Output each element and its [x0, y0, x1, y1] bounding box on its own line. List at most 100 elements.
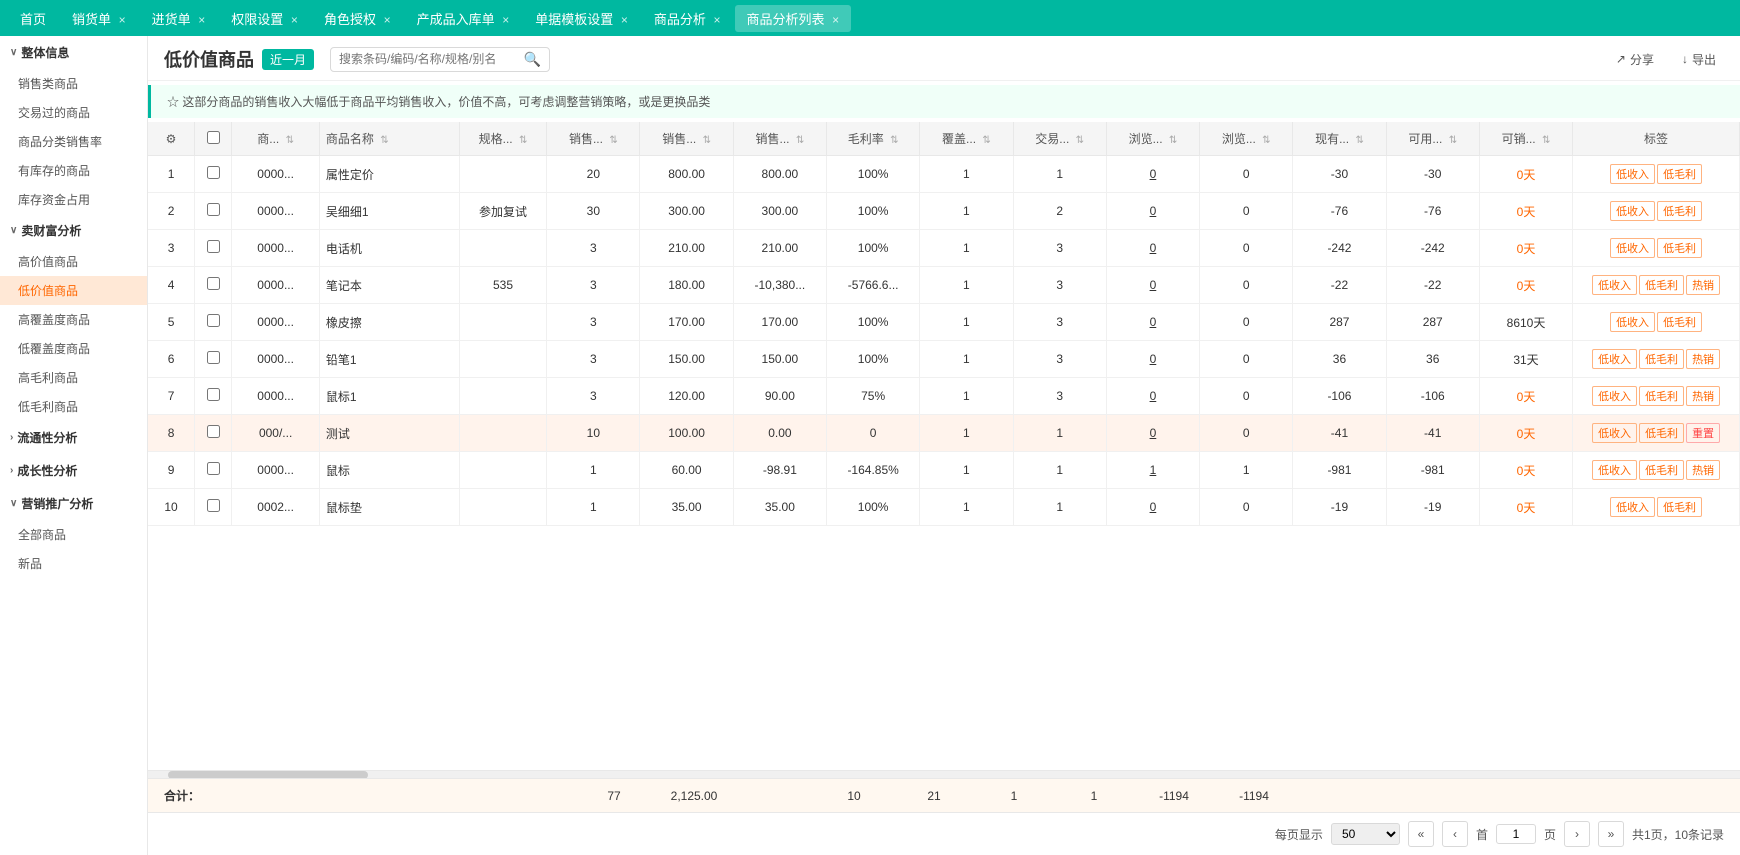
nav-role[interactable]: 角色授权 × — [312, 5, 403, 32]
sidebar-item-category-rate[interactable]: 商品分类销售率 — [0, 127, 147, 156]
search-icon[interactable]: 🔍 — [524, 51, 541, 68]
page-number-input[interactable] — [1496, 824, 1536, 844]
export-button[interactable]: ↓ 导出 — [1674, 47, 1724, 72]
sidebar-item-low-margin[interactable]: 低毛利商品 — [0, 392, 147, 421]
th-sales2[interactable]: 销售... ⇅ — [640, 122, 733, 156]
views1-link[interactable]: 0 — [1150, 167, 1157, 181]
row-s7[interactable]: 0 — [1106, 341, 1199, 378]
nav-product-in[interactable]: 产成品入库单 × — [405, 5, 522, 32]
sidebar-item-capital[interactable]: 库存资金占用 — [0, 185, 147, 214]
sidebar-group-growth[interactable]: › 成长性分析 — [0, 454, 147, 487]
th-name[interactable]: 商品名称 ⇅ — [319, 122, 459, 156]
nav-goods-list[interactable]: 商品分析列表 × — [735, 5, 852, 32]
row-checkbox[interactable] — [207, 388, 220, 401]
sidebar-group-overview[interactable]: ∨ 整体信息 — [0, 36, 147, 69]
row-s7[interactable]: 0 — [1106, 489, 1199, 526]
row-s7[interactable]: 0 — [1106, 378, 1199, 415]
nav-template[interactable]: 单据模板设置 × — [523, 5, 640, 32]
th-settings[interactable]: ⚙ — [148, 122, 195, 156]
row-checkbox[interactable] — [207, 240, 220, 253]
sidebar-item-high-coverage[interactable]: 高覆盖度商品 — [0, 305, 147, 334]
share-button[interactable]: ↗ 分享 — [1608, 47, 1662, 72]
row-checkbox-cell[interactable] — [195, 341, 232, 378]
th-current-stock[interactable]: 现有... ⇅ — [1293, 122, 1386, 156]
first-page-button[interactable]: « — [1408, 821, 1434, 847]
views1-link[interactable]: 0 — [1150, 389, 1157, 403]
sidebar-item-new-goods[interactable]: 新品 — [0, 549, 147, 578]
scrollbar-track[interactable] — [148, 770, 1740, 778]
row-checkbox[interactable] — [207, 166, 220, 179]
th-sellable[interactable]: 可销... ⇅ — [1479, 122, 1572, 156]
th-available[interactable]: 可用... ⇅ — [1386, 122, 1479, 156]
row-s7[interactable]: 0 — [1106, 267, 1199, 304]
row-s7[interactable]: 1 — [1106, 452, 1199, 489]
row-s7[interactable]: 0 — [1106, 156, 1199, 193]
row-checkbox[interactable] — [207, 425, 220, 438]
close-role-icon[interactable]: × — [384, 13, 391, 27]
row-checkbox[interactable] — [207, 314, 220, 327]
data-table-wrapper[interactable]: ⚙ 商... ⇅ 商品名称 ⇅ 规格... ⇅ 销售... ⇅ 销售... ⇅ … — [148, 122, 1740, 770]
th-sales1[interactable]: 销售... ⇅ — [547, 122, 640, 156]
views1-link[interactable]: 0 — [1150, 278, 1157, 292]
views1-link[interactable]: 0 — [1150, 426, 1157, 440]
close-goods-list-icon[interactable]: × — [832, 13, 839, 27]
th-margin[interactable]: 毛利率 ⇅ — [827, 122, 920, 156]
sidebar-item-high-value[interactable]: 高价值商品 — [0, 247, 147, 276]
row-checkbox-cell[interactable] — [195, 452, 232, 489]
row-checkbox-cell[interactable] — [195, 304, 232, 341]
sidebar-group-liquidity[interactable]: › 流通性分析 — [0, 421, 147, 454]
th-code[interactable]: 商... ⇅ — [232, 122, 319, 156]
close-sales-icon[interactable]: × — [119, 13, 126, 27]
th-checkbox[interactable] — [195, 122, 232, 156]
th-views1[interactable]: 浏览... ⇅ — [1106, 122, 1199, 156]
close-perm-icon[interactable]: × — [291, 13, 298, 27]
th-sales3[interactable]: 销售... ⇅ — [733, 122, 826, 156]
per-page-select[interactable]: 50 100 200 — [1331, 823, 1400, 845]
th-views2[interactable]: 浏览... ⇅ — [1200, 122, 1293, 156]
th-coverage[interactable]: 覆盖... ⇅ — [920, 122, 1013, 156]
row-checkbox-cell[interactable] — [195, 156, 232, 193]
views1-link[interactable]: 0 — [1150, 315, 1157, 329]
nav-purchase[interactable]: 进货单 × — [140, 5, 218, 32]
close-purchase-icon[interactable]: × — [198, 13, 205, 27]
sidebar-item-high-margin[interactable]: 高毛利商品 — [0, 363, 147, 392]
sidebar-item-sales-goods[interactable]: 销售类商品 — [0, 69, 147, 98]
filter-tag-button[interactable]: 近一月 — [262, 49, 314, 70]
close-goods-analysis-icon[interactable]: × — [713, 13, 720, 27]
row-checkbox[interactable] — [207, 462, 220, 475]
sidebar-item-all-goods[interactable]: 全部商品 — [0, 520, 147, 549]
row-checkbox-cell[interactable] — [195, 193, 232, 230]
sidebar-group-marketing[interactable]: ∨ 营销推广分析 — [0, 487, 147, 520]
next-page-button[interactable]: › — [1564, 821, 1590, 847]
last-page-button[interactable]: » — [1598, 821, 1624, 847]
sidebar-item-low-value[interactable]: 低价值商品 — [0, 276, 147, 305]
row-s7[interactable]: 0 — [1106, 230, 1199, 267]
row-checkbox-cell[interactable] — [195, 415, 232, 452]
row-s7[interactable]: 0 — [1106, 193, 1199, 230]
nav-sales[interactable]: 销货单 × — [60, 5, 138, 32]
sidebar-item-low-coverage[interactable]: 低覆盖度商品 — [0, 334, 147, 363]
search-input[interactable] — [339, 52, 524, 66]
row-checkbox-cell[interactable] — [195, 267, 232, 304]
views1-link[interactable]: 0 — [1150, 241, 1157, 255]
nav-goods-analysis[interactable]: 商品分析 × — [642, 5, 733, 32]
row-s7[interactable]: 0 — [1106, 415, 1199, 452]
views1-link[interactable]: 1 — [1150, 463, 1157, 477]
sidebar-item-traded[interactable]: 交易过的商品 — [0, 98, 147, 127]
row-checkbox[interactable] — [207, 499, 220, 512]
sidebar-item-in-stock[interactable]: 有库存的商品 — [0, 156, 147, 185]
nav-permission[interactable]: 权限设置 × — [219, 5, 310, 32]
row-checkbox[interactable] — [207, 351, 220, 364]
row-checkbox[interactable] — [207, 203, 220, 216]
row-checkbox-cell[interactable] — [195, 489, 232, 526]
row-s7[interactable]: 0 — [1106, 304, 1199, 341]
th-trades[interactable]: 交易... ⇅ — [1013, 122, 1106, 156]
row-checkbox-cell[interactable] — [195, 378, 232, 415]
row-checkbox[interactable] — [207, 277, 220, 290]
th-spec[interactable]: 规格... ⇅ — [459, 122, 546, 156]
views1-link[interactable]: 0 — [1150, 500, 1157, 514]
views1-link[interactable]: 0 — [1150, 352, 1157, 366]
nav-home[interactable]: 首页 — [8, 5, 58, 32]
sidebar-group-wealth[interactable]: ∨ 卖财富分析 — [0, 214, 147, 247]
select-all-checkbox[interactable] — [207, 131, 220, 144]
